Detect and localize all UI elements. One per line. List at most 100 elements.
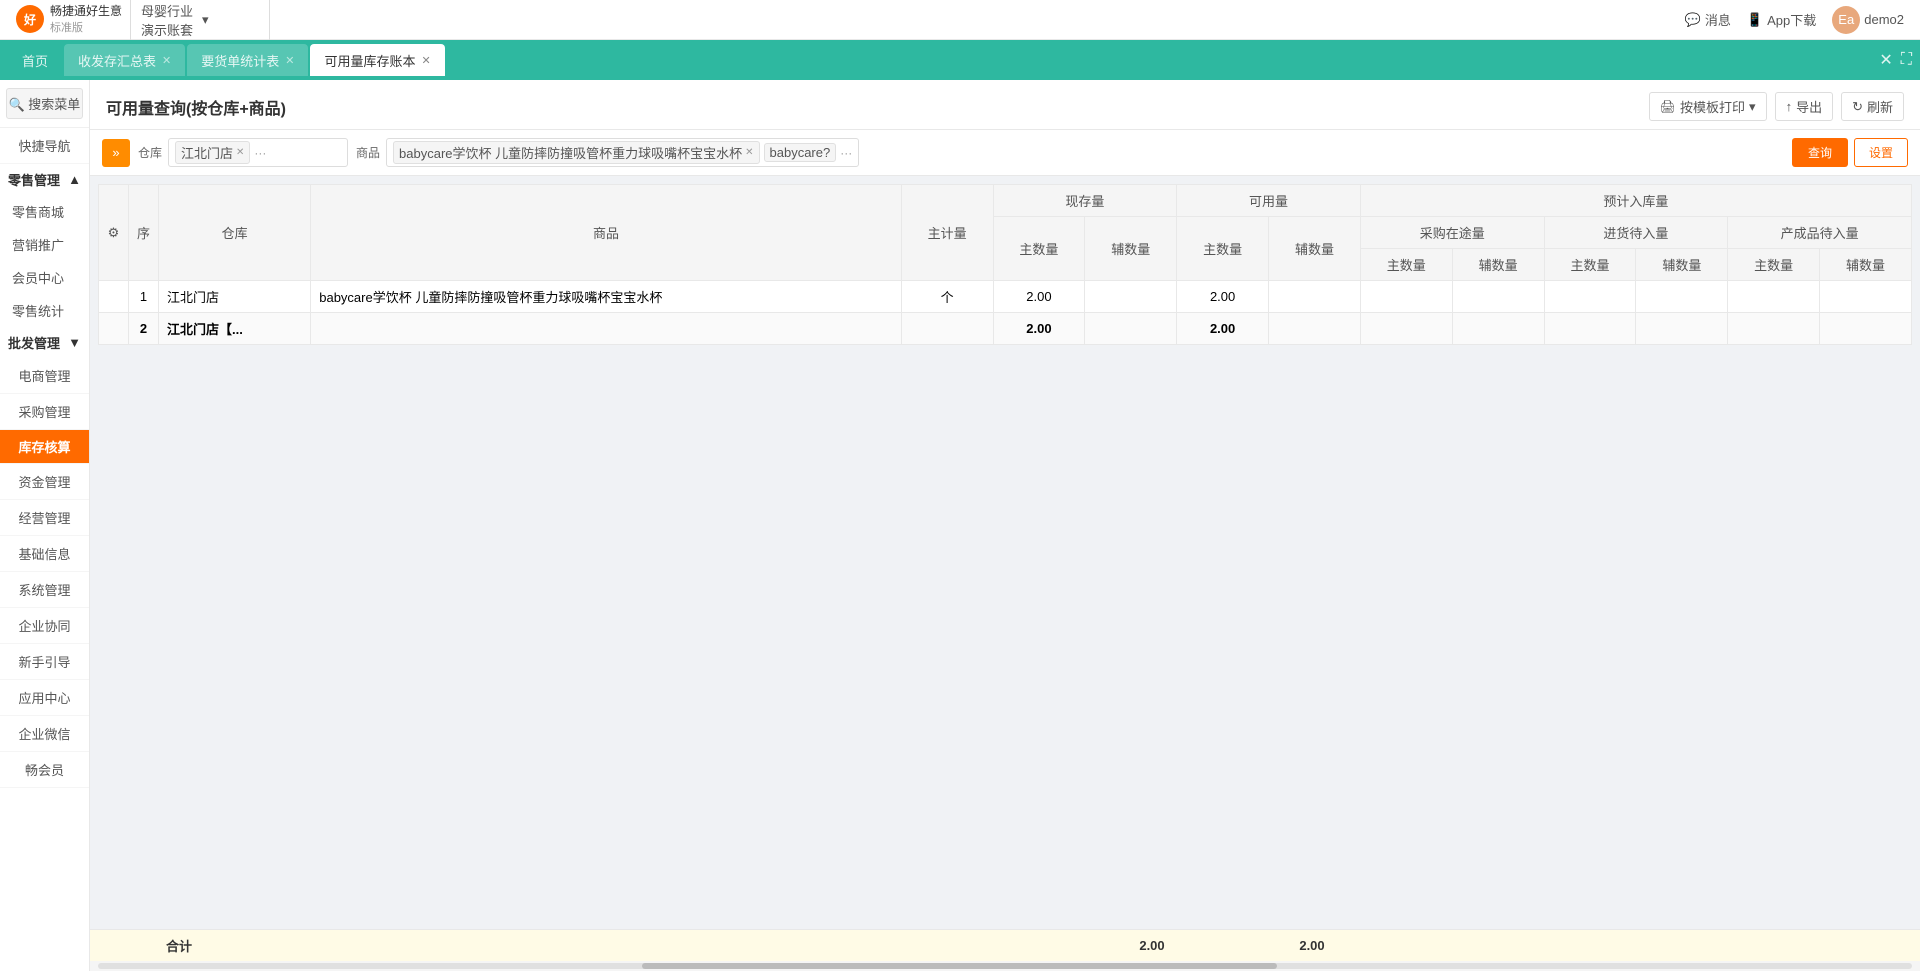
refresh-button[interactable]: ↻ 刷新 <box>1841 92 1904 121</box>
tab-home[interactable]: 首页 <box>8 44 62 76</box>
th-no: 序 <box>129 185 159 281</box>
cell-unit-1: 个 <box>901 281 993 313</box>
warehouse-filter-label: 仓库 <box>138 144 162 161</box>
cell-purchase-arr-main-1 <box>1544 281 1636 313</box>
sidebar-item-enterprise[interactable]: 企业协同 <box>0 608 89 644</box>
tab-available-stock[interactable]: 可用量库存账本 ✕ <box>310 44 444 76</box>
app-download-button[interactable]: 📱 App下载 <box>1747 10 1816 29</box>
filter-bar: » 仓库 江北门店 ✕ ··· 商品 babycare学饮杯 儿童防摔防撞吸管杯… <box>90 130 1920 176</box>
th-avail-aux: 辅数量 <box>1269 217 1361 281</box>
warehouse-tag-jb: 江北门店 ✕ <box>175 141 250 164</box>
print-button[interactable]: 🖨 按模板打印 ▾ <box>1649 92 1767 121</box>
th-product-arr-group: 产成品待入量 <box>1728 217 1912 249</box>
content-area: 可用量查询(按仓库+商品) 🖨 按模板打印 ▾ ↑ 导出 ↻ 刷新 <box>90 80 1920 971</box>
cell-product-arr-main-1 <box>1728 281 1820 313</box>
th-purchase-arr-aux: 辅数量 <box>1636 249 1728 281</box>
warehouse-tag-close[interactable]: ✕ <box>236 147 244 158</box>
cell-settings-2 <box>99 313 129 345</box>
tab-available-stock-close[interactable]: ✕ <box>422 54 431 67</box>
warehouse-filter-group: 仓库 江北门店 ✕ ··· <box>138 138 348 167</box>
page-actions: 🖨 按模板打印 ▾ ↑ 导出 ↻ 刷新 <box>1649 92 1905 121</box>
tab-order-stats-close[interactable]: ✕ <box>285 54 294 67</box>
cell-product-arr-main-2 <box>1728 313 1820 345</box>
query-button[interactable]: 查询 <box>1792 138 1848 167</box>
goods-filter-label: 商品 <box>356 144 380 161</box>
th-warehouse: 仓库 <box>159 185 311 281</box>
export-button[interactable]: ↑ 导出 <box>1775 92 1834 121</box>
warehouse-filter-more[interactable]: ··· <box>254 146 266 160</box>
setting-button[interactable]: 设置 <box>1854 138 1908 167</box>
cell-avail-aux-1 <box>1269 281 1361 313</box>
sidebar-item-system[interactable]: 系统管理 <box>0 572 89 608</box>
cell-purchase-arr-aux-1 <box>1636 281 1728 313</box>
scroll-track <box>98 963 1912 969</box>
window-expand-icon[interactable]: ⛶ <box>1901 51 1912 69</box>
th-purchase-arr-main: 主数量 <box>1544 249 1636 281</box>
sidebar-item-purchase[interactable]: 采购管理 <box>0 394 89 430</box>
table-row: 1 江北门店 babycare学饮杯 儿童防摔防撞吸管杯重力球吸嘴杯宝宝水杯 个… <box>99 281 1912 313</box>
tab-receive-pay-close[interactable]: ✕ <box>162 54 171 67</box>
sidebar-item-operations[interactable]: 经营管理 <box>0 500 89 536</box>
th-main-unit: 主计量 <box>901 185 993 281</box>
sidebar-item-member[interactable]: 会员中心 <box>0 261 89 294</box>
warehouse-tag-text: 江北门店 <box>181 143 233 162</box>
avatar: Ea <box>1832 6 1860 34</box>
scroll-thumb[interactable] <box>642 963 1277 969</box>
tab-receive-pay-label: 收发存汇总表 <box>78 51 156 70</box>
industry-selector[interactable]: 母婴行业演示账套 ▾ <box>130 0 270 44</box>
th-stock-aux: 辅数量 <box>1085 217 1177 281</box>
cell-purchase-in-aux-1 <box>1452 281 1544 313</box>
filter-toggle-button[interactable]: » <box>102 139 130 167</box>
goods-filter-tags[interactable]: babycare学饮杯 儿童防摔防撞吸管杯重力球吸嘴杯宝宝水杯 ✕ babyca… <box>386 138 859 167</box>
export-label: 导出 <box>1796 97 1822 116</box>
th-settings[interactable]: ⚙ <box>99 185 129 281</box>
horizontal-scrollbar <box>90 961 1920 971</box>
cell-goods-1: babycare学饮杯 儿童防摔防撞吸管杯重力球吸嘴杯宝宝水杯 <box>311 281 901 313</box>
sidebar-quick-nav-label: 快捷导航 <box>18 139 70 154</box>
print-label: 按模板打印 <box>1680 97 1745 116</box>
settings-icon: ⚙ <box>108 225 120 240</box>
sidebar-section-wholesale-label: 批发管理 <box>8 333 60 352</box>
goods-filter-more[interactable]: ··· <box>840 146 852 160</box>
goods-tag-1-text: babycare学饮杯 儿童防摔防撞吸管杯重力球吸嘴杯宝宝水杯 <box>399 143 742 162</box>
cell-avail-main-2: 2.00 <box>1177 313 1269 345</box>
sidebar-item-basic-info[interactable]: 基础信息 <box>0 536 89 572</box>
message-button[interactable]: 💬 消息 <box>1685 10 1731 29</box>
cell-avail-aux-2 <box>1269 313 1361 345</box>
goods-filter-group: 商品 babycare学饮杯 儿童防摔防撞吸管杯重力球吸嘴杯宝宝水杯 ✕ bab… <box>356 138 859 167</box>
sidebar-item-inventory[interactable]: 库存核算 <box>0 430 89 464</box>
th-purchase-in-main: 主数量 <box>1360 249 1452 281</box>
cell-purchase-arr-main-2 <box>1544 313 1636 345</box>
window-close-icon[interactable]: ✕ <box>1879 50 1892 70</box>
sidebar-item-finance[interactable]: 资金管理 <box>0 464 89 500</box>
sidebar-item-newbie[interactable]: 新手引导 <box>0 644 89 680</box>
sidebar-item-vip[interactable]: 畅会员 <box>0 752 89 788</box>
print-icon: 🖨 <box>1660 99 1677 115</box>
sidebar-item-retail-stats[interactable]: 零售统计 <box>0 294 89 327</box>
main-layout: 🔍 搜索菜单 快捷导航 零售管理 ▲ 零售商城 营销推广 会员中心 零售统计 批… <box>0 80 1920 971</box>
cell-stock-main-1: 2.00 <box>993 281 1085 313</box>
sidebar-item-app-center[interactable]: 应用中心 <box>0 680 89 716</box>
sidebar-item-quick-nav[interactable]: 快捷导航 <box>0 128 89 164</box>
sidebar-section-retail[interactable]: 零售管理 ▲ <box>0 164 89 195</box>
industry-selector-text: 母婴行业演示账套 <box>141 1 198 39</box>
sidebar-section-wholesale[interactable]: 批发管理 ▼ <box>0 327 89 358</box>
sidebar-item-wechat[interactable]: 企业微信 <box>0 716 89 752</box>
th-product-arr-aux: 辅数量 <box>1820 249 1912 281</box>
sidebar-search-button[interactable]: 🔍 搜索菜单 <box>6 88 83 119</box>
goods-tag-1: babycare学饮杯 儿童防摔防撞吸管杯重力球吸嘴杯宝宝水杯 ✕ <box>393 141 759 164</box>
th-purchase-in-group: 采购在途量 <box>1360 217 1544 249</box>
user-profile[interactable]: Ea demo2 <box>1832 6 1904 34</box>
tab-receive-pay[interactable]: 收发存汇总表 ✕ <box>64 44 185 76</box>
cell-avail-main-1: 2.00 <box>1177 281 1269 313</box>
goods-tag-1-close[interactable]: ✕ <box>745 147 753 158</box>
sidebar-search-label: 搜索菜单 <box>28 97 80 112</box>
sidebar-item-ecommerce[interactable]: 电商管理 <box>0 358 89 394</box>
sidebar-item-marketing[interactable]: 营销推广 <box>0 228 89 261</box>
tab-order-stats[interactable]: 要货单统计表 ✕ <box>187 44 308 76</box>
table-container: ⚙ 序 仓库 商品 主计量 现存量 可用量 预计入库量 主数量 辅数量 主数量 <box>90 176 1920 929</box>
logo-text-area: 畅捷通好生意 标准版 <box>50 4 122 34</box>
sidebar-item-retail-store[interactable]: 零售商城 <box>0 195 89 228</box>
warehouse-filter-tags[interactable]: 江北门店 ✕ ··· <box>168 138 348 167</box>
sidebar-section-retail-label: 零售管理 <box>8 170 60 189</box>
